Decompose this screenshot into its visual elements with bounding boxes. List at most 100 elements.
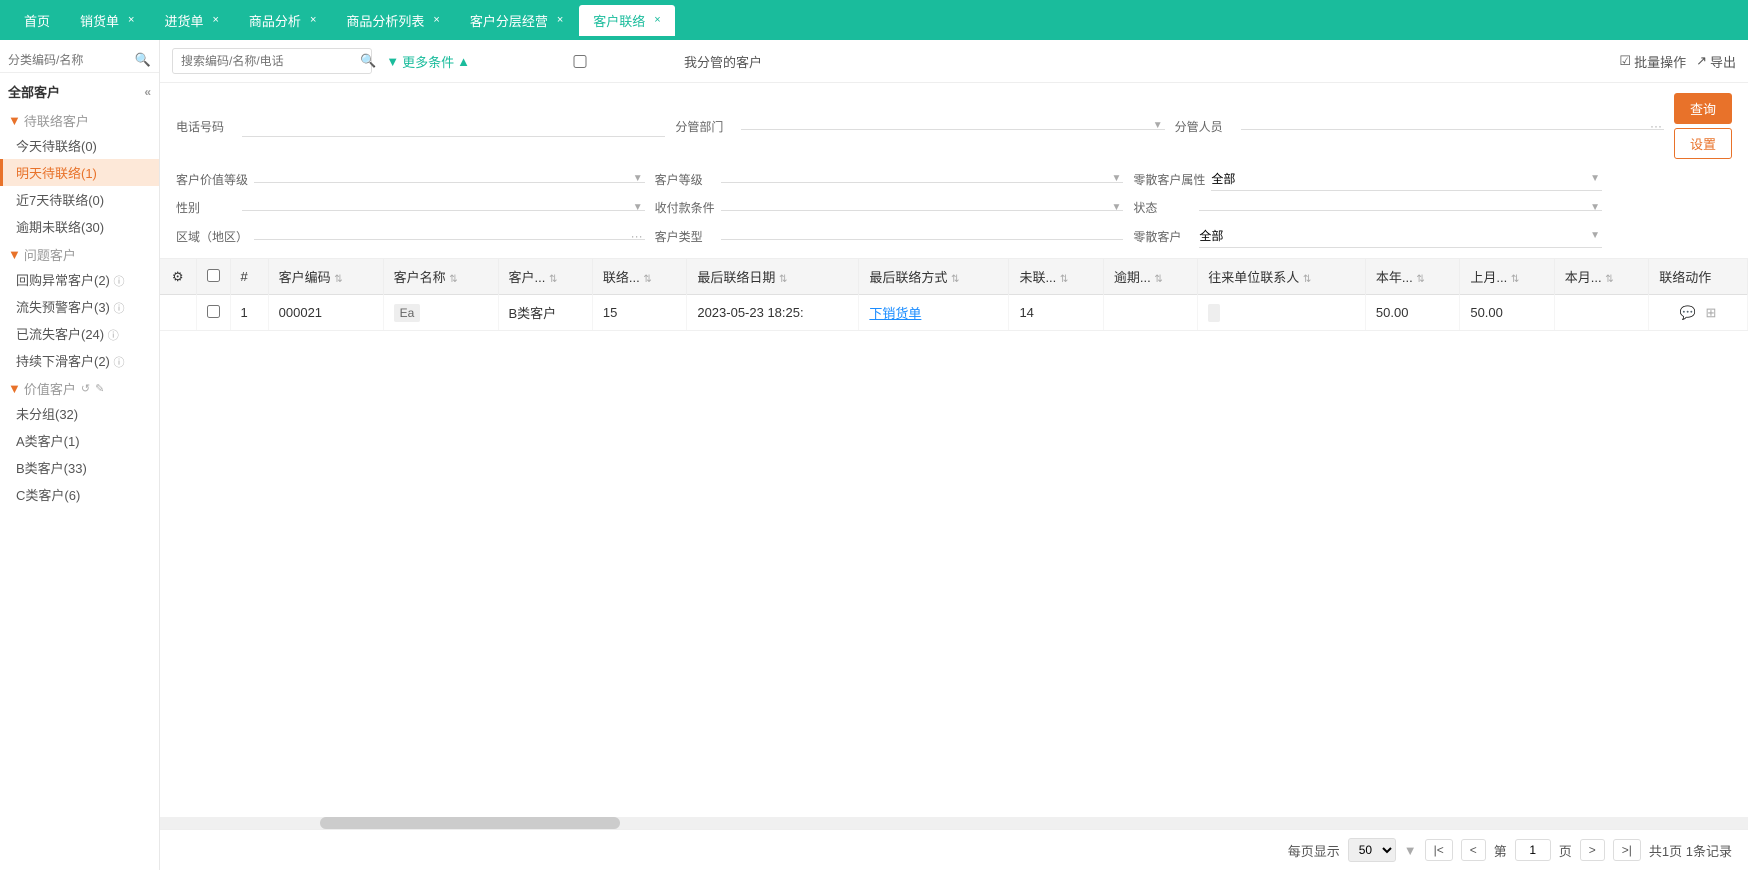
table-header-row: ⚙ # 客户编码 ⇅ 客户名称 ⇅ bbox=[160, 259, 1748, 295]
sidebar-search-input[interactable] bbox=[8, 53, 135, 67]
nav-customer-segment-close[interactable]: × bbox=[557, 14, 563, 26]
sidebar: 🔍 全部客户 « ▼ 待联络客户 今天待联络(0) 明天待联络(1) 近7天待联… bbox=[0, 40, 160, 870]
my-customer-checkbox-label[interactable]: 我分管的客户 bbox=[480, 52, 762, 71]
filter-icon: ▼ bbox=[386, 54, 399, 69]
select-all-checkbox[interactable] bbox=[207, 269, 220, 282]
query-button[interactable]: 查询 bbox=[1674, 93, 1732, 124]
filter-retail-customer: 零散客户 全部 ▼ bbox=[1133, 224, 1602, 248]
nav-product-analysis-list[interactable]: 商品分析列表 × bbox=[332, 5, 453, 36]
next-page-button[interactable]: > bbox=[1580, 839, 1605, 861]
sidebar-item-churned[interactable]: 已流失客户(24) ⓘ bbox=[0, 320, 159, 347]
sidebar-group-value: ▼ 价值客户 ↺ ✎ bbox=[0, 374, 159, 400]
th-last-contact-method[interactable]: 最后联络方式 ⇅ bbox=[859, 259, 1009, 295]
settings-icon[interactable]: ⚙ bbox=[172, 269, 184, 284]
contact-sort-icon: ⇅ bbox=[643, 274, 651, 285]
action-icon-2[interactable]: ⊞ bbox=[1706, 305, 1717, 320]
nav-customer-contact[interactable]: 客户联络 × bbox=[579, 5, 674, 36]
retail-customer-select[interactable]: 全部 ▼ bbox=[1199, 224, 1602, 248]
gender-chevron-icon: ▼ bbox=[633, 202, 643, 213]
sidebar-item-repurchase-abnormal[interactable]: 回购异常客户(2) ⓘ bbox=[0, 266, 159, 293]
th-uncontacted[interactable]: 未联... ⇅ bbox=[1009, 259, 1103, 295]
search-bar: 🔍 ▼ 更多条件 ▲ 我分管的客户 ☑ 批量操作 ↗ 导出 bbox=[160, 40, 1748, 83]
sidebar-item-churn-risk[interactable]: 流失预警客户(3) ⓘ bbox=[0, 293, 159, 320]
page-label-suffix: 页 bbox=[1559, 841, 1572, 860]
filter-payment: 收付款条件 ▼ bbox=[655, 199, 1124, 216]
sidebar-all-customers[interactable]: 全部客户 « bbox=[0, 77, 159, 106]
td-expand bbox=[160, 295, 196, 331]
region-select[interactable]: ··· bbox=[254, 233, 645, 240]
dept-select[interactable]: ▼ bbox=[741, 123, 1164, 130]
sidebar-item-overdue[interactable]: 逾期未联络(30) bbox=[0, 213, 159, 240]
filter-retail-attr: 零散客户属性 全部 ▼ bbox=[1133, 167, 1602, 191]
filter-gender: 性别 ▼ bbox=[176, 199, 645, 216]
filter-region: 区域（地区） ··· bbox=[176, 228, 645, 245]
nav-product-analysis[interactable]: 商品分析 × bbox=[235, 5, 330, 36]
my-customer-checkbox[interactable] bbox=[480, 55, 680, 68]
export-button[interactable]: ↗ 导出 bbox=[1696, 52, 1736, 71]
batch-icon: ☑ bbox=[1619, 53, 1631, 69]
filter-customer-value: 客户价值等级 ▼ bbox=[176, 171, 645, 188]
current-page-input[interactable] bbox=[1515, 839, 1551, 861]
sidebar-item-class-b[interactable]: B类客户(33) bbox=[0, 454, 159, 481]
th-this-month[interactable]: 本月... ⇅ bbox=[1554, 259, 1648, 295]
retail-customer-chevron-icon: ▼ bbox=[1590, 230, 1600, 241]
th-this-year[interactable]: 本年... ⇅ bbox=[1365, 259, 1459, 295]
uncontacted-sort-icon: ⇅ bbox=[1060, 274, 1068, 285]
customer-value-select[interactable]: ▼ bbox=[254, 176, 645, 183]
th-code[interactable]: 客户编码 ⇅ bbox=[268, 259, 383, 295]
nav-purchase-close[interactable]: × bbox=[212, 14, 218, 26]
page-size-select[interactable]: 50 bbox=[1348, 838, 1396, 862]
nav-product-analysis-list-close[interactable]: × bbox=[433, 14, 439, 26]
more-filter-button[interactable]: ▼ 更多条件 ▲ bbox=[386, 52, 470, 71]
last-page-button[interactable]: >| bbox=[1613, 839, 1641, 861]
filter-row-3: 性别 ▼ 收付款条件 ▼ 状态 bbox=[176, 199, 1732, 216]
row-checkbox[interactable] bbox=[207, 305, 220, 318]
nav-customer-contact-close[interactable]: × bbox=[654, 14, 660, 26]
sidebar-item-tomorrow[interactable]: 明天待联络(1) bbox=[0, 159, 159, 186]
customer-type-select[interactable] bbox=[721, 233, 1124, 240]
nav-purchase[interactable]: 进货单 × bbox=[150, 5, 232, 36]
search-icon[interactable]: 🔍 bbox=[360, 53, 376, 69]
th-customer-type[interactable]: 客户... ⇅ bbox=[498, 259, 592, 295]
nav-product-analysis-close[interactable]: × bbox=[310, 14, 316, 26]
action-icon-1[interactable]: 💬 bbox=[1680, 305, 1696, 320]
payment-select[interactable]: ▼ bbox=[721, 204, 1124, 211]
nav-home[interactable]: 首页 bbox=[10, 5, 64, 36]
nav-sales[interactable]: 销货单 × bbox=[66, 5, 148, 36]
customer-level-select[interactable]: ▼ bbox=[721, 176, 1124, 183]
setting-button[interactable]: 设置 bbox=[1674, 128, 1732, 159]
th-unit-contact[interactable]: 往来单位联系人 ⇅ bbox=[1198, 259, 1366, 295]
nav-sales-close[interactable]: × bbox=[128, 14, 134, 26]
bottom-scrollbar[interactable] bbox=[160, 817, 1748, 829]
last-contact-method-link[interactable]: 下销货单 bbox=[869, 306, 921, 321]
manager-select[interactable]: ··· bbox=[1241, 123, 1664, 130]
th-overdue[interactable]: 逾期... ⇅ bbox=[1103, 259, 1197, 295]
nav-customer-segment[interactable]: 客户分层经营 × bbox=[456, 5, 577, 36]
phone-input[interactable] bbox=[242, 116, 665, 137]
sidebar-search-icon[interactable]: 🔍 bbox=[135, 52, 151, 68]
table-body: 1 000021 Ea B类客户 15 2023-05-23 18:25: 下销… bbox=[160, 295, 1748, 331]
filter-dept: 分管部门 ▼ bbox=[675, 118, 1164, 135]
region-dots-icon: ··· bbox=[631, 229, 643, 243]
gender-select[interactable]: ▼ bbox=[242, 204, 645, 211]
status-select[interactable]: ▼ bbox=[1199, 204, 1602, 211]
sidebar-item-today[interactable]: 今天待联络(0) bbox=[0, 132, 159, 159]
th-settings[interactable]: ⚙ bbox=[160, 259, 196, 295]
batch-operation-button[interactable]: ☑ 批量操作 bbox=[1619, 52, 1686, 71]
th-checkbox bbox=[196, 259, 230, 295]
th-last-contact-date[interactable]: 最后联络日期 ⇅ bbox=[687, 259, 859, 295]
sidebar-item-class-c[interactable]: C类客户(6) bbox=[0, 481, 159, 508]
sidebar-item-ungrouped[interactable]: 未分组(32) bbox=[0, 400, 159, 427]
th-name[interactable]: 客户名称 ⇅ bbox=[383, 259, 498, 295]
sidebar-item-class-a[interactable]: A类客户(1) bbox=[0, 427, 159, 454]
first-page-button[interactable]: |< bbox=[1425, 839, 1453, 861]
th-contact[interactable]: 联络... ⇅ bbox=[592, 259, 686, 295]
th-last-month[interactable]: 上月... ⇅ bbox=[1460, 259, 1554, 295]
sidebar-item-week[interactable]: 近7天待联络(0) bbox=[0, 186, 159, 213]
search-input[interactable] bbox=[172, 48, 372, 74]
sidebar-group-problem: ▼ 问题客户 bbox=[0, 240, 159, 266]
customer-table: ⚙ # 客户编码 ⇅ 客户名称 ⇅ bbox=[160, 259, 1748, 331]
retail-attr-select[interactable]: 全部 ▼ bbox=[1211, 167, 1602, 191]
sidebar-item-continuous-decline[interactable]: 持续下滑客户(2) ⓘ bbox=[0, 347, 159, 374]
prev-page-button[interactable]: < bbox=[1461, 839, 1486, 861]
